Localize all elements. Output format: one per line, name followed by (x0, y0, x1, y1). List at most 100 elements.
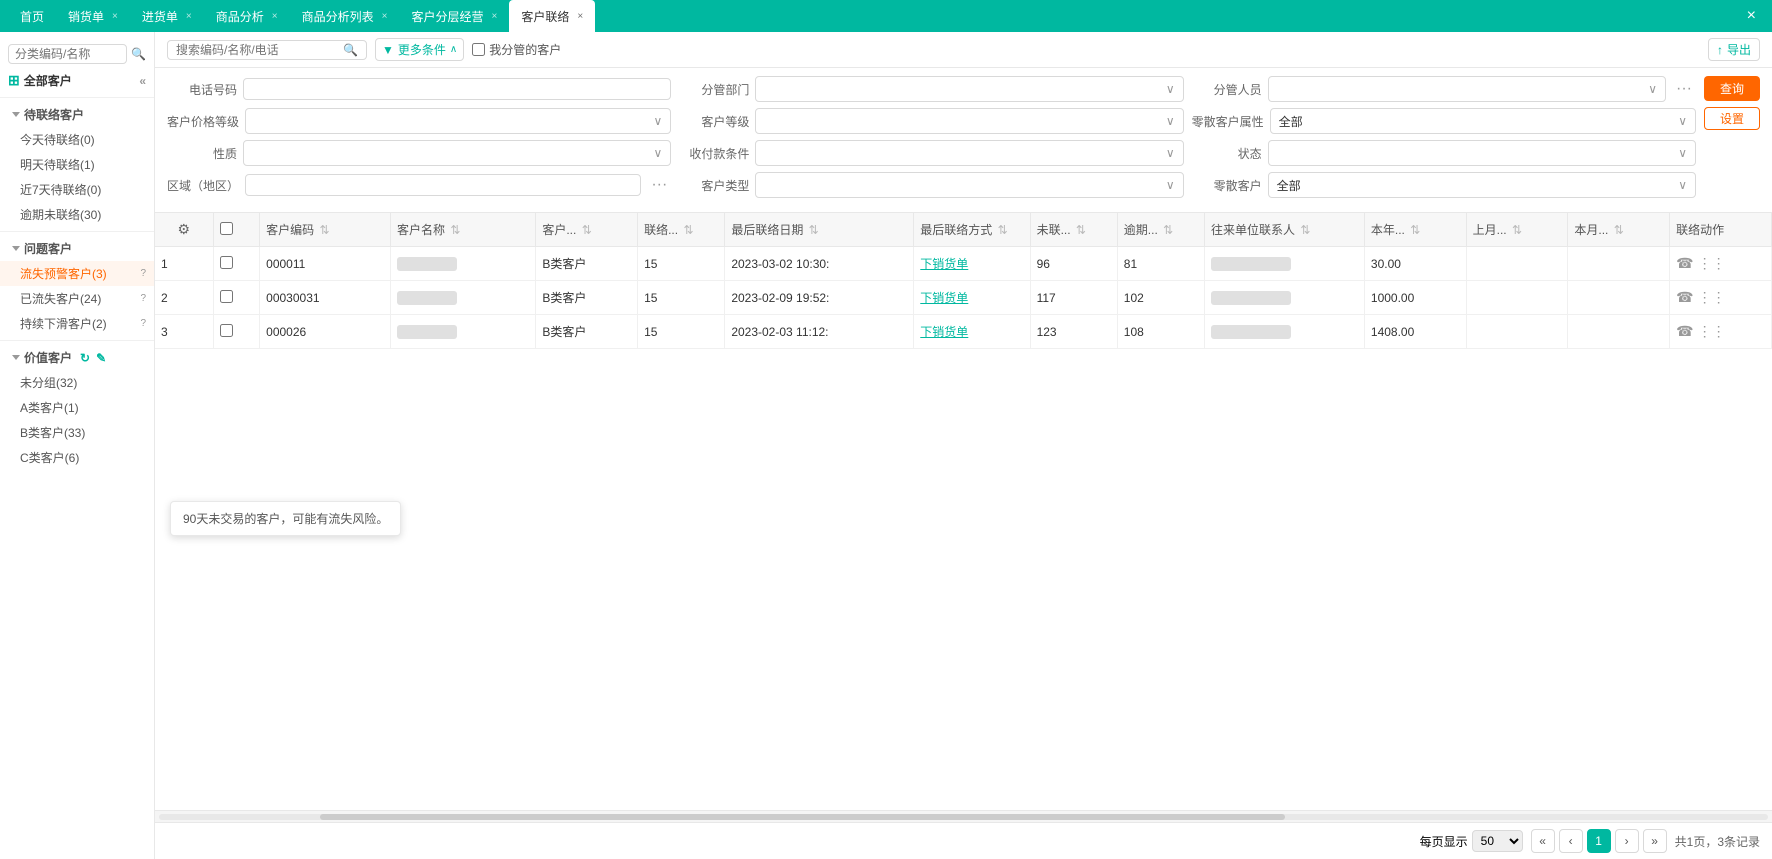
tab-customer-layer[interactable]: 客户分层经营 × (399, 0, 509, 32)
cell-way-3[interactable]: 下销货单 (914, 315, 1030, 349)
my-customers-checkbox[interactable] (472, 43, 485, 56)
sidebar-item-overdue[interactable]: 逾期未联络(30) (0, 202, 154, 227)
region-input[interactable] (245, 174, 641, 196)
more-action-icon-1[interactable]: ⋮⋮ (1698, 255, 1726, 272)
col-header-uncontact[interactable]: 未联... ⇅ (1030, 213, 1117, 247)
tab-customer-contact[interactable]: 客户联络 × (509, 0, 595, 32)
declining-question-icon[interactable]: ? (140, 318, 146, 329)
sidebar-search-icon[interactable]: 🔍 (131, 47, 146, 61)
col-header-check[interactable] (213, 213, 260, 247)
col-header-lastmonth[interactable]: 上月... ⇅ (1466, 213, 1568, 247)
col-header-thismonth[interactable]: 本月... ⇅ (1568, 213, 1670, 247)
phone-input[interactable] (243, 78, 671, 100)
col-header-overdue[interactable]: 逾期... ⇅ (1117, 213, 1204, 247)
search-icon[interactable]: 🔍 (343, 43, 358, 57)
tab-product-analysis[interactable]: 商品分析 × (204, 0, 290, 32)
cell-check-1[interactable] (213, 247, 260, 281)
tab-sales-order[interactable]: 销货单 × (56, 0, 130, 32)
col-header-type[interactable]: 客户... ⇅ (536, 213, 638, 247)
retail-attr-select[interactable]: 全部 ∨ (1270, 108, 1696, 134)
select-all-checkbox[interactable] (220, 222, 233, 235)
sidebar-item-declining[interactable]: 持续下滑客户(2) ? (0, 311, 154, 336)
col-header-way[interactable]: 最后联络方式 ⇅ (914, 213, 1030, 247)
collapse-icon[interactable]: « (139, 74, 146, 88)
close-tab-purchase[interactable]: × (186, 11, 192, 22)
prev-page-btn[interactable]: ‹ (1559, 829, 1583, 853)
customer-level-select[interactable]: ∨ (755, 108, 1183, 134)
sidebar-item-today[interactable]: 今天待联络(0) (0, 127, 154, 152)
cell-check-2[interactable] (213, 281, 260, 315)
close-tab-customer-contact[interactable]: × (577, 11, 583, 22)
price-level-select[interactable]: ∨ (245, 108, 671, 134)
sidebar-item-tomorrow[interactable]: 明天待联络(1) (0, 152, 154, 177)
row-3-checkbox[interactable] (220, 324, 233, 337)
query-button[interactable]: 查询 (1704, 76, 1760, 101)
more-action-icon-3[interactable]: ⋮⋮ (1698, 323, 1726, 340)
group-problem[interactable]: 问题客户 (0, 236, 154, 261)
contact-action-icon-1[interactable]: ☎ (1676, 255, 1693, 272)
my-customers-label[interactable]: 我分管的客户 (472, 41, 561, 58)
tab-home[interactable]: 首页 (8, 0, 56, 32)
contact-action-icon-2[interactable]: ☎ (1676, 289, 1693, 306)
col-header-code[interactable]: 客户编码 ⇅ (260, 213, 391, 247)
close-tab-product-list[interactable]: × (382, 11, 388, 22)
row-2-checkbox[interactable] (220, 290, 233, 303)
col-header-date[interactable]: 最后联络日期 ⇅ (725, 213, 914, 247)
close-tab-customer-layer[interactable]: × (491, 11, 497, 22)
settings-button[interactable]: 设置 (1704, 107, 1760, 130)
h-scrollbar[interactable] (155, 810, 1772, 822)
all-customers-header[interactable]: ⊞ 全部客户 « (0, 68, 154, 93)
cell-way-2[interactable]: 下销货单 (914, 281, 1030, 315)
sidebar-item-class-a[interactable]: A类客户(1) (0, 395, 154, 420)
status-arrow-icon: ∨ (1678, 146, 1687, 160)
export-button[interactable]: ↑ 导出 (1708, 38, 1760, 61)
first-page-btn[interactable]: « (1531, 829, 1555, 853)
churned-question-icon[interactable]: ? (140, 293, 146, 304)
refresh-icon[interactable]: ↻ (80, 351, 90, 365)
group-value[interactable]: 价值客户 ↻ ✎ (0, 345, 154, 370)
sidebar-item-class-b[interactable]: B类客户(33) (0, 420, 154, 445)
h-scrollbar-track[interactable] (159, 814, 1768, 820)
cell-check-3[interactable] (213, 315, 260, 349)
close-tab-sales[interactable]: × (112, 11, 118, 22)
thismonth-sort-icon: ⇅ (1614, 223, 1624, 237)
region-more-btn[interactable]: ··· (647, 176, 671, 194)
contact-action-icon-3[interactable]: ☎ (1676, 323, 1693, 340)
search-input[interactable] (176, 43, 339, 57)
person-more-btn[interactable]: ··· (1672, 80, 1696, 98)
last-page-btn[interactable]: » (1643, 829, 1667, 853)
customer-type-select[interactable]: ∨ (755, 172, 1183, 198)
page-size-select[interactable]: 50 100 200 (1472, 830, 1523, 852)
sidebar-search-input[interactable] (8, 44, 127, 64)
col-header-year[interactable]: 本年... ⇅ (1364, 213, 1466, 247)
close-all-tabs[interactable]: × (1739, 7, 1764, 25)
churn-warning-question-icon[interactable]: ? (140, 268, 146, 279)
cell-way-1[interactable]: 下销货单 (914, 247, 1030, 281)
edit-group-icon[interactable]: ✎ (96, 351, 106, 365)
current-page-btn[interactable]: 1 (1587, 829, 1611, 853)
row-1-checkbox[interactable] (220, 256, 233, 269)
next-page-btn[interactable]: › (1615, 829, 1639, 853)
col-header-name[interactable]: 客户名称 ⇅ (390, 213, 535, 247)
table-settings-icon[interactable]: ⚙ (178, 221, 191, 238)
more-action-icon-2[interactable]: ⋮⋮ (1698, 289, 1726, 306)
payment-select[interactable]: ∨ (755, 140, 1183, 166)
h-scrollbar-thumb[interactable] (320, 814, 1285, 820)
tab-product-list[interactable]: 商品分析列表 × (290, 0, 400, 32)
sidebar-item-churned[interactable]: 已流失客户(24) ? (0, 286, 154, 311)
group-pending[interactable]: 待联络客户 (0, 102, 154, 127)
sidebar-item-7days[interactable]: 近7天待联络(0) (0, 177, 154, 202)
retail-select[interactable]: 全部 ∨ (1268, 172, 1696, 198)
sidebar-item-class-c[interactable]: C类客户(6) (0, 445, 154, 470)
sidebar-item-ungrouped[interactable]: 未分组(32) (0, 370, 154, 395)
status-select[interactable]: ∨ (1268, 140, 1696, 166)
close-tab-product-analysis[interactable]: × (272, 11, 278, 22)
dept-select[interactable]: ∨ (755, 76, 1183, 102)
more-conditions-button[interactable]: ▼ 更多条件 ∧ (375, 38, 464, 61)
nature-select[interactable]: ∨ (243, 140, 671, 166)
sidebar-item-churn-warning[interactable]: 流失预警客户(3) ? (0, 261, 154, 286)
tab-purchase[interactable]: 进货单 × (130, 0, 204, 32)
col-header-contact[interactable]: 联络... ⇅ (638, 213, 725, 247)
col-header-unit[interactable]: 往来单位联系人 ⇅ (1205, 213, 1365, 247)
person-select[interactable]: ∨ (1268, 76, 1666, 102)
